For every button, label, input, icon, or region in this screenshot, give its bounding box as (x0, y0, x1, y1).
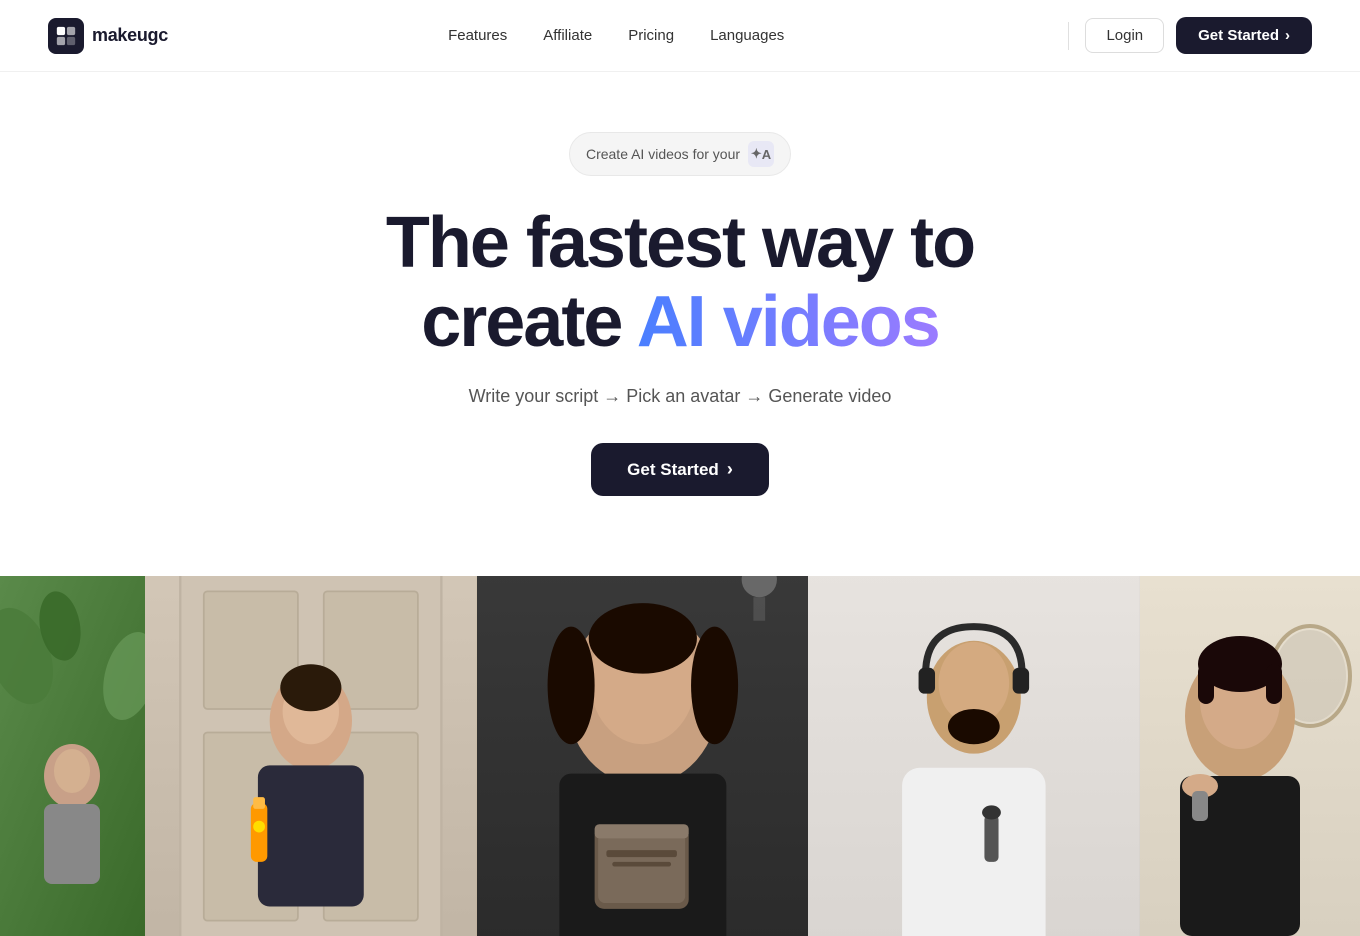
gallery-item-3 (477, 576, 809, 936)
logo-area: makeugc (48, 18, 168, 54)
chevron-right-icon: › (1285, 27, 1290, 44)
sparkle-icon: ✦ (751, 146, 762, 162)
hero-gradient-text: AI videos (637, 282, 939, 362)
navbar-actions: Login Get Started › (1064, 17, 1312, 54)
badge-icon: ✦ A (748, 141, 774, 167)
gallery-item-2 (145, 576, 477, 936)
badge-text: Create AI videos for your (586, 146, 740, 162)
logo-icon[interactable] (48, 18, 84, 54)
nav-affiliate[interactable]: Affiliate (543, 27, 592, 44)
hero-title: The fastest way to create AI videos (386, 204, 974, 362)
person-thumbnail-4 (808, 576, 1140, 936)
gallery-item-4 (808, 576, 1140, 936)
person-thumbnail-2 (145, 576, 477, 936)
navbar: makeugc Features Affiliate Pricing Langu… (0, 0, 1360, 72)
nav-divider (1068, 22, 1069, 50)
hero-section: Create AI videos for your ✦ A The fastes… (0, 72, 1360, 536)
login-button[interactable]: Login (1085, 18, 1164, 53)
gallery-item-1 (0, 576, 145, 936)
logo-text: makeugc (92, 25, 168, 46)
nav-pricing[interactable]: Pricing (628, 27, 674, 44)
nav-features[interactable]: Features (448, 27, 507, 44)
person-thumbnail-5 (1140, 576, 1360, 936)
gallery-item-5 (1140, 576, 1360, 936)
chevron-right-icon: › (727, 459, 733, 480)
hero-title-line2: create AI videos (421, 282, 939, 362)
video-gallery (0, 576, 1360, 936)
nav-languages[interactable]: Languages (710, 27, 784, 44)
hero-subtitle: Write your script → Pick an avatar → Gen… (469, 386, 892, 407)
get-started-hero-button[interactable]: Get Started › (591, 443, 769, 496)
get-started-nav-button[interactable]: Get Started › (1176, 17, 1312, 54)
main-nav: Features Affiliate Pricing Languages (448, 27, 784, 44)
person-thumbnail-1 (0, 576, 145, 936)
person-thumbnail-3 (477, 576, 809, 936)
ai-badge: Create AI videos for your ✦ A (569, 132, 791, 176)
